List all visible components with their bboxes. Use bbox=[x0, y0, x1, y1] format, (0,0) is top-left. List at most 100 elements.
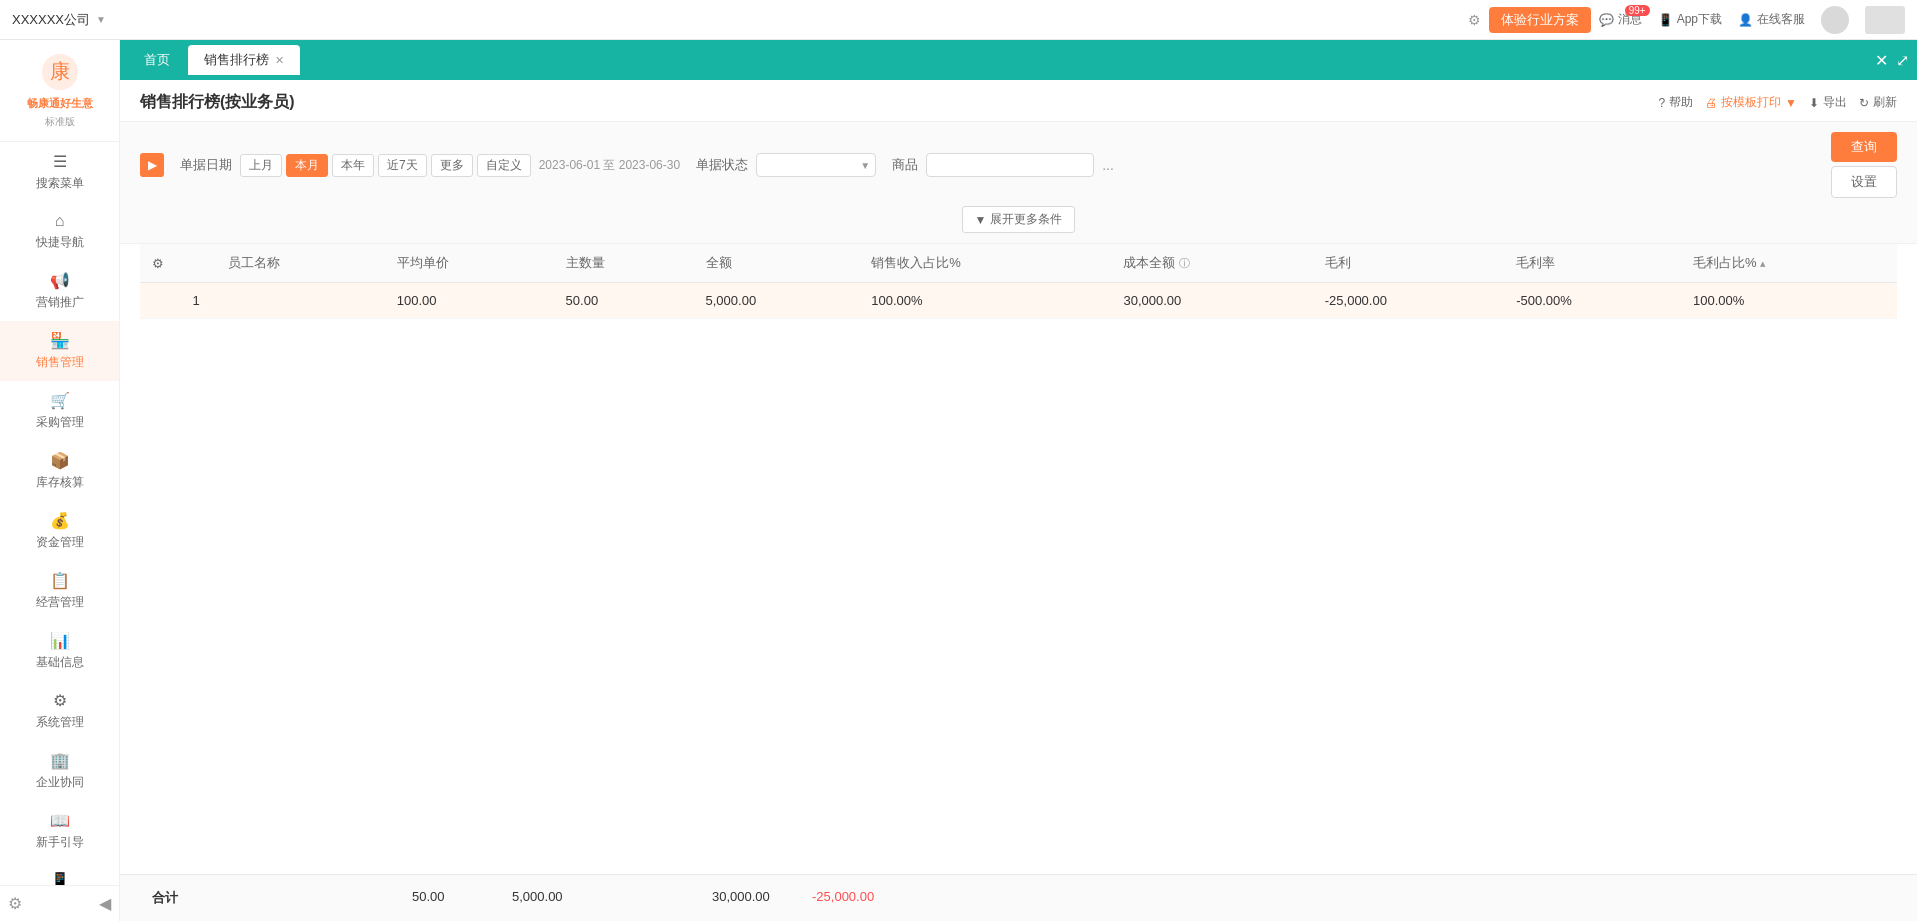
tab-bar: 首页 销售排行榜 ✕ ✕ ⤢ bbox=[120, 40, 1917, 80]
export-icon: ⬇ bbox=[1809, 96, 1819, 110]
company-selector[interactable]: XXXXXX公司 ▼ bbox=[12, 11, 1460, 29]
help-button[interactable]: ? 帮助 bbox=[1658, 94, 1693, 111]
date-btn-more[interactable]: 更多 bbox=[431, 154, 473, 177]
page-title: 销售排行榜(按业务员) bbox=[140, 92, 295, 113]
sidebar-item-basic[interactable]: 📊 基础信息 bbox=[0, 621, 119, 681]
th-cost: 成本全额 ⓘ bbox=[1111, 244, 1312, 283]
tab-close-window-icon[interactable]: ✕ bbox=[1875, 51, 1888, 70]
th-quantity: 主数量 bbox=[554, 244, 694, 283]
th-rank bbox=[176, 244, 216, 283]
date-btn-7days[interactable]: 近7天 bbox=[378, 154, 427, 177]
row-amount: 5,000.00 bbox=[694, 283, 860, 319]
tab-sales-rank-label: 销售排行榜 bbox=[204, 51, 269, 69]
goods-dots-icon[interactable]: ... bbox=[1102, 157, 1114, 173]
logo-sub: 标准版 bbox=[45, 115, 75, 129]
sidebar-label-finance: 资金管理 bbox=[36, 534, 84, 551]
tab-expand-icon[interactable]: ⤢ bbox=[1896, 51, 1909, 70]
sidebar-item-guide[interactable]: 📖 新手引导 bbox=[0, 801, 119, 861]
user-info bbox=[1865, 6, 1905, 34]
tab-close-icon[interactable]: ✕ bbox=[275, 54, 284, 67]
sidebar-label-basic: 基础信息 bbox=[36, 654, 84, 671]
sidebar-item-finance[interactable]: 💰 资金管理 bbox=[0, 501, 119, 561]
sidebar-item-search[interactable]: ☰ 搜索菜单 bbox=[0, 142, 119, 202]
company-name-text: XXXXXX公司 bbox=[12, 11, 90, 29]
sidebar-item-operations[interactable]: 📋 经营管理 bbox=[0, 561, 119, 621]
settings-bottom-icon[interactable]: ⚙ bbox=[8, 894, 22, 913]
trial-button[interactable]: 体验行业方案 bbox=[1489, 7, 1591, 33]
sidebar-item-inventory[interactable]: 📦 库存核算 bbox=[0, 441, 119, 501]
app-download-label: App下载 bbox=[1677, 11, 1722, 28]
sidebar-item-quicknav[interactable]: ⌂ 快捷导航 bbox=[0, 202, 119, 261]
row-profit-pct: 100.00% bbox=[1681, 283, 1897, 319]
date-btn-this-year[interactable]: 本年 bbox=[332, 154, 374, 177]
refresh-button[interactable]: ↻ 刷新 bbox=[1859, 94, 1897, 111]
print-button[interactable]: 🖨 按模板打印 ▼ bbox=[1705, 94, 1797, 111]
sidebar-label-inventory: 库存核算 bbox=[36, 474, 84, 491]
status-select-wrapper: ▼ bbox=[756, 153, 876, 177]
settings-icon[interactable]: ⚙ bbox=[1468, 12, 1481, 28]
sidebar-item-enterprise[interactable]: 🏢 企业协同 bbox=[0, 741, 119, 801]
th-settings[interactable]: ⚙ bbox=[140, 244, 176, 283]
print-dropdown-icon: ▼ bbox=[1785, 96, 1797, 110]
th-profit: 毛利 bbox=[1313, 244, 1504, 283]
collapse-icon[interactable]: ◀ bbox=[99, 894, 111, 913]
filter-toggle-icon: ▶ bbox=[148, 158, 157, 172]
sidebar-label-search: 搜索菜单 bbox=[36, 175, 84, 192]
th-amount: 全额 bbox=[694, 244, 860, 283]
date-btn-custom[interactable]: 自定义 bbox=[477, 154, 531, 177]
cost-info-icon[interactable]: ⓘ bbox=[1179, 257, 1190, 269]
tab-sales-rank[interactable]: 销售排行榜 ✕ bbox=[188, 45, 300, 75]
app-download-item[interactable]: 📱 App下载 bbox=[1658, 11, 1722, 28]
date-btn-last-month[interactable]: 上月 bbox=[240, 154, 282, 177]
purchase-icon: 🛒 bbox=[50, 391, 70, 410]
expand-conditions-button[interactable]: ▼ 展开更多条件 bbox=[962, 206, 1076, 233]
service-icon: 👤 bbox=[1738, 13, 1753, 27]
row-avg-price: 100.00 bbox=[385, 283, 554, 319]
sidebar-label-guide: 新手引导 bbox=[36, 834, 84, 851]
footer-spacer1 bbox=[220, 885, 400, 911]
page-content: 销售排行榜(按业务员) ? 帮助 🖨 按模板打印 ▼ ⬇ 导出 bbox=[120, 80, 1917, 921]
basic-icon: 📊 bbox=[50, 631, 70, 650]
filter-toggle-btn[interactable]: ▶ bbox=[140, 153, 164, 177]
avatar[interactable] bbox=[1821, 6, 1849, 34]
sidebar-label-system: 系统管理 bbox=[36, 714, 84, 731]
sidebar-item-sales[interactable]: 🏪 销售管理 bbox=[0, 321, 119, 381]
guide-icon: 📖 bbox=[50, 811, 70, 830]
help-icon: ? bbox=[1658, 96, 1665, 110]
footer-amount: 5,000.00 bbox=[500, 885, 600, 911]
sidebar-label-operations: 经营管理 bbox=[36, 594, 84, 611]
tab-home[interactable]: 首页 bbox=[128, 45, 186, 75]
row-cost: 30,000.00 bbox=[1111, 283, 1312, 319]
filter-goods-group: 商品 ... bbox=[892, 153, 1114, 177]
export-button[interactable]: ⬇ 导出 bbox=[1809, 94, 1847, 111]
filter-settings-button[interactable]: 设置 bbox=[1831, 166, 1897, 198]
refresh-icon: ↻ bbox=[1859, 96, 1869, 110]
logo-area: 康 畅康通好生意 标准版 bbox=[0, 40, 119, 142]
online-service-item[interactable]: 👤 在线客服 bbox=[1738, 11, 1805, 28]
sidebar-item-apps[interactable]: 📱 应用中心 bbox=[0, 861, 119, 885]
finance-icon: 💰 bbox=[50, 511, 70, 530]
expand-conditions-label: 展开更多条件 bbox=[990, 211, 1062, 228]
sidebar-item-purchase[interactable]: 🛒 采购管理 bbox=[0, 381, 119, 441]
app-layout: 康 畅康通好生意 标准版 ☰ 搜索菜单 ⌂ 快捷导航 📢 营销推广 🏪 销售管理 bbox=[0, 40, 1917, 921]
sidebar-label-marketing: 营销推广 bbox=[36, 294, 84, 311]
row-profit-rate: -500.00% bbox=[1504, 283, 1681, 319]
search-menu-icon: ☰ bbox=[53, 152, 67, 171]
status-select[interactable] bbox=[756, 153, 876, 177]
filter-row: ▶ 单据日期 上月 本月 本年 近7天 更多 自定义 2023-06-01 至 … bbox=[140, 132, 1897, 198]
goods-input[interactable] bbox=[926, 153, 1094, 177]
query-button[interactable]: 查询 bbox=[1831, 132, 1897, 162]
logo-icon: 康 bbox=[40, 52, 80, 92]
row-sales-pct: 100.00% bbox=[859, 283, 1111, 319]
message-icon-item[interactable]: 💬 消息 99+ bbox=[1599, 11, 1642, 28]
date-btn-this-month[interactable]: 本月 bbox=[286, 154, 328, 177]
profit-pct-sort-icon[interactable]: ▴ bbox=[1760, 257, 1766, 269]
sidebar-item-marketing[interactable]: 📢 营销推广 bbox=[0, 261, 119, 321]
table-footer: 合计 50.00 5,000.00 30,000.00 -25,000.00 bbox=[120, 874, 1917, 921]
sidebar-item-system[interactable]: ⚙ 系统管理 bbox=[0, 681, 119, 741]
data-table: ⚙ 员工名称 平均单价 主数量 全额 销售收入占比% 成本全额 ⓘ 毛利 毛利率… bbox=[140, 244, 1897, 319]
tab-right-icons: ✕ ⤢ bbox=[1875, 51, 1909, 70]
th-employee: 员工名称 bbox=[216, 244, 385, 283]
page-header: 销售排行榜(按业务员) ? 帮助 🖨 按模板打印 ▼ ⬇ 导出 bbox=[120, 80, 1917, 122]
footer-quantity: 50.00 bbox=[400, 885, 500, 911]
